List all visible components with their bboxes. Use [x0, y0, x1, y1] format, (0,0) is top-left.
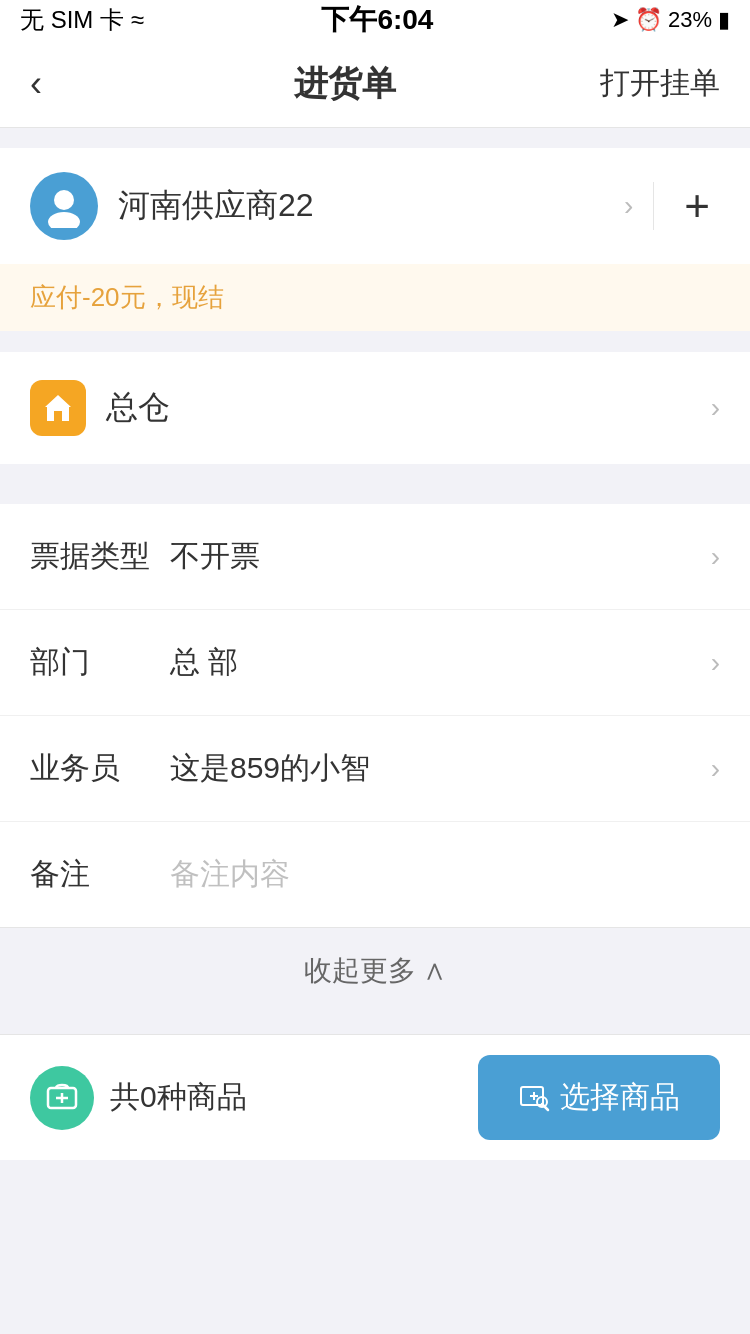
collapse-label: 收起更多 ∧: [304, 952, 447, 990]
cart-icon-wrap: [30, 1066, 94, 1130]
department-value: 总 部: [150, 642, 711, 683]
location-icon: ➤: [611, 7, 629, 33]
select-product-button[interactable]: 选择商品: [478, 1055, 720, 1140]
department-label: 部门: [30, 642, 150, 683]
salesperson-chevron-icon: ›: [711, 753, 720, 785]
add-supplier-button[interactable]: +: [674, 181, 720, 231]
supplier-chevron-icon: ›: [624, 190, 633, 222]
invoice-chevron-icon: ›: [711, 541, 720, 573]
section-gap-3: [0, 464, 750, 484]
section-gap-4: [0, 1014, 750, 1034]
cart-icon: [44, 1080, 80, 1116]
status-bar-time: 下午6:04: [321, 1, 433, 39]
remark-row[interactable]: 备注 备注内容: [0, 822, 750, 927]
warehouse-chevron-icon: ›: [711, 392, 720, 424]
bottom-gray-area: [0, 1160, 750, 1334]
notice-bar: 应付-20元，现结: [0, 264, 750, 331]
battery-level: 23%: [668, 7, 712, 33]
select-product-icon: [518, 1082, 550, 1114]
alarm-icon: ⏰: [635, 7, 662, 33]
form-section: 票据类型 不开票 › 部门 总 部 › 业务员 这是859的小智 › 备注 备注…: [0, 504, 750, 927]
open-pending-button[interactable]: 打开挂单: [600, 63, 720, 104]
svg-point-0: [54, 190, 74, 210]
back-icon: ‹: [30, 63, 42, 104]
product-count-area: 共0种商品: [30, 1066, 247, 1130]
battery-icon: ▮: [718, 7, 730, 33]
status-bar-right: ➤ ⏰ 23% ▮: [611, 7, 730, 33]
department-chevron-icon: ›: [711, 647, 720, 679]
house-icon: [41, 391, 75, 425]
section-gap-1: [0, 128, 750, 148]
status-bar-left: 无 SIM 卡 ≈: [20, 4, 144, 36]
remark-input[interactable]: 备注内容: [150, 854, 720, 895]
salesperson-row[interactable]: 业务员 这是859的小智 ›: [0, 716, 750, 822]
supplier-section: 河南供应商22 › + 应付-20元，现结: [0, 148, 750, 331]
supplier-row[interactable]: 河南供应商22 › +: [0, 148, 750, 264]
sim-status: 无 SIM 卡 ≈: [20, 4, 144, 36]
svg-point-1: [48, 212, 80, 228]
supplier-divider: [653, 182, 654, 230]
remark-label: 备注: [30, 854, 150, 895]
nav-bar: ‹ 进货单 打开挂单: [0, 40, 750, 128]
salesperson-value: 这是859的小智: [150, 748, 711, 789]
supplier-name: 河南供应商22: [118, 184, 624, 228]
department-row[interactable]: 部门 总 部 ›: [0, 610, 750, 716]
notice-text: 应付-20元，现结: [30, 282, 224, 312]
salesperson-label: 业务员: [30, 748, 150, 789]
svg-rect-2: [54, 411, 62, 421]
status-bar: 无 SIM 卡 ≈ 下午6:04 ➤ ⏰ 23% ▮: [0, 0, 750, 40]
bottom-bar: 共0种商品 选择商品: [0, 1034, 750, 1160]
collapse-row[interactable]: 收起更多 ∧: [0, 927, 750, 1014]
invoice-type-label: 票据类型: [30, 536, 150, 577]
warehouse-name: 总仓: [106, 386, 711, 430]
back-button[interactable]: ‹: [30, 63, 90, 105]
select-product-label: 选择商品: [560, 1077, 680, 1118]
product-count: 共0种商品: [110, 1077, 247, 1118]
invoice-type-value: 不开票: [150, 536, 711, 577]
warehouse-section: 总仓 ›: [0, 351, 750, 464]
warehouse-row[interactable]: 总仓 ›: [0, 351, 750, 464]
warehouse-icon: [30, 380, 86, 436]
page-title: 进货单: [294, 61, 396, 107]
invoice-type-row[interactable]: 票据类型 不开票 ›: [0, 504, 750, 610]
supplier-avatar: [30, 172, 98, 240]
section-gap-2: [0, 331, 750, 351]
person-icon: [42, 184, 86, 228]
